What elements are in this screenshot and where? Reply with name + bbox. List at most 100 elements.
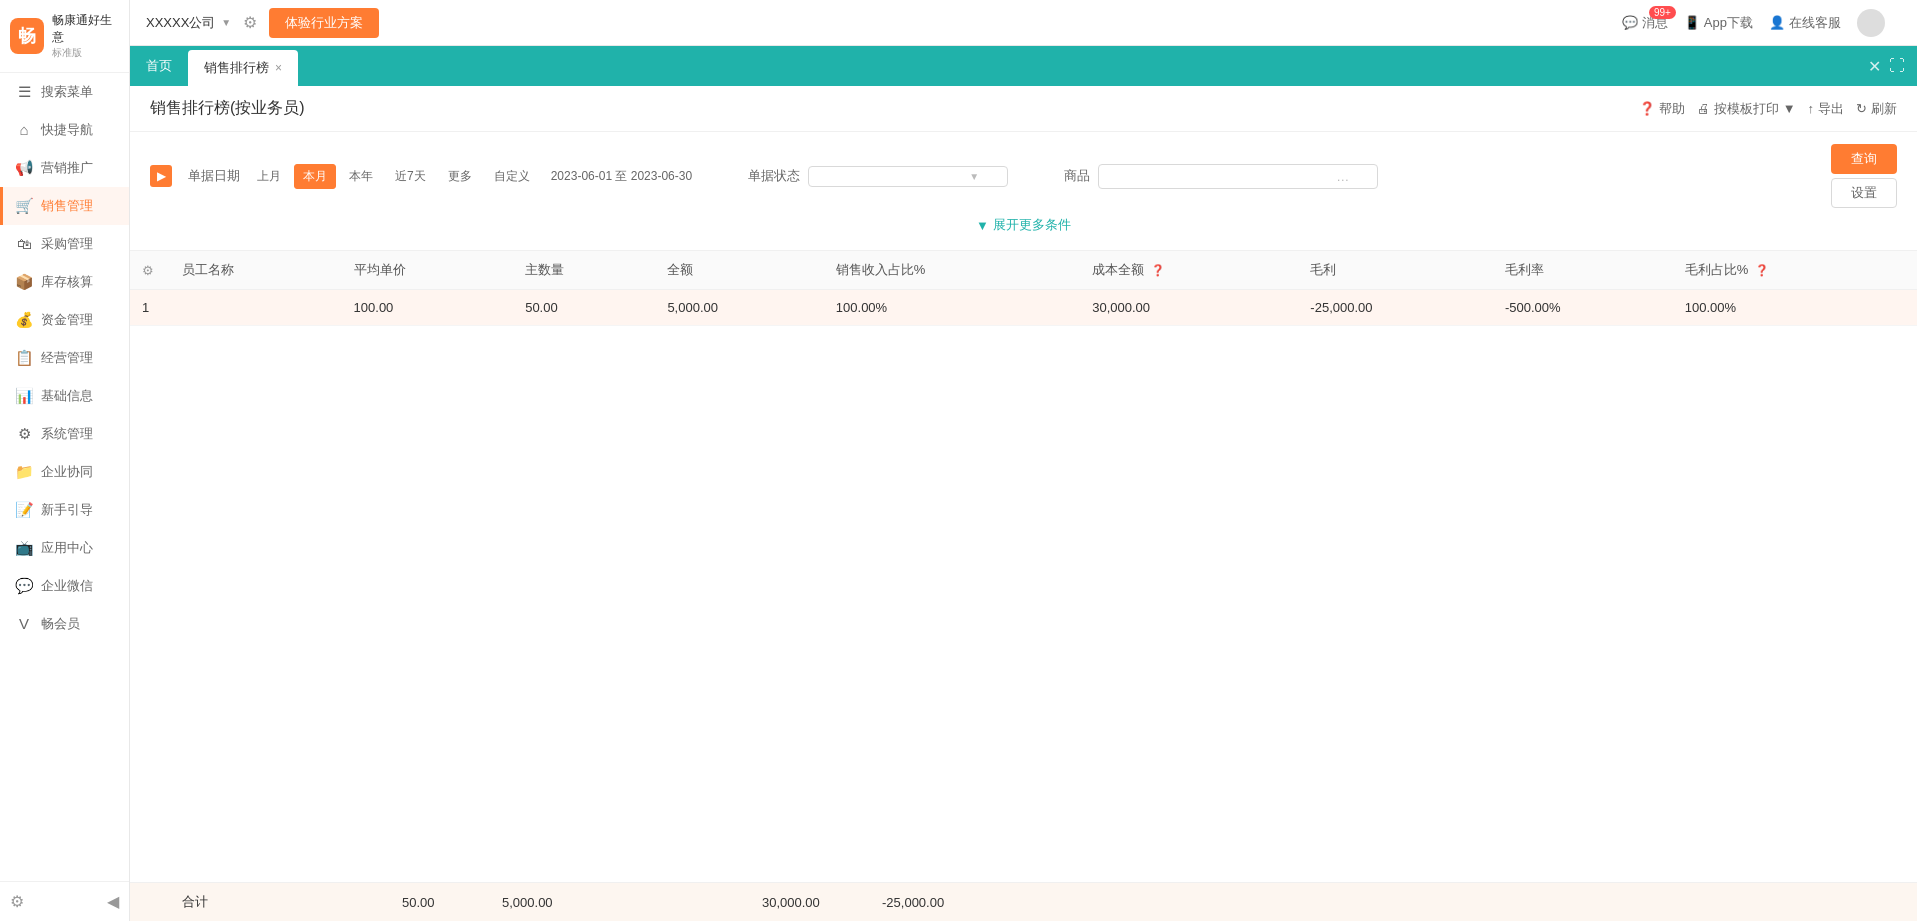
export-button[interactable]: ↑ 导出 [1808,100,1845,118]
sidebar-icon-3: 🛒 [15,197,33,215]
topbar: XXXXX公司 ▼ ⚙ 体验行业方案 💬 消息 99+ 📱 App下载 👤 在线… [130,0,1917,46]
settings-button[interactable]: 设置 [1831,178,1897,208]
tab-sales-ranking[interactable]: 销售排行榜 × [188,50,298,86]
sidebar: 畅 畅康通好生意 标准版 ☰搜索菜单⌂快捷导航📢营销推广🛒销售管理🛍采购管理📦库… [0,0,130,921]
date-tab-custom[interactable]: 自定义 [485,164,539,189]
company-dropdown-arrow: ▼ [221,17,231,28]
sidebar-icon-10: 📁 [15,463,33,481]
date-tab-more[interactable]: 更多 [439,164,481,189]
sidebar-label-6: 资金管理 [41,311,93,329]
message-badge: 99+ [1649,6,1676,19]
tab-home[interactable]: 首页 [130,46,188,86]
footer-profit: -25,000.00 [870,895,990,910]
cost-help-icon[interactable]: ❓ [1151,264,1165,276]
sidebar-item-系统管理[interactable]: ⚙系统管理 [0,415,129,453]
sidebar-item-营销推广[interactable]: 📢营销推广 [0,149,129,187]
topbar-messages[interactable]: 💬 消息 99+ [1622,14,1668,32]
product-filter-label: 商品 [1064,167,1090,185]
date-tab-this-month[interactable]: 本月 [294,164,336,189]
date-filter: 单据日期 上月 本月 本年 近7天 更多 自定义 2023-06-01 至 20… [188,164,692,189]
status-select[interactable]: ▼ [808,166,1008,187]
sidebar-item-库存核算[interactable]: 📦库存核算 [0,263,129,301]
tab-fullscreen-icon[interactable]: ⛶ [1889,57,1905,75]
sidebar-bottom: ⚙ ◀ [0,881,129,921]
sidebar-item-畅会员[interactable]: V畅会员 [0,605,129,643]
sidebar-item-快捷导航[interactable]: ⌂快捷导航 [0,111,129,149]
topbar-app-download[interactable]: 📱 App下载 [1684,14,1753,32]
sidebar-item-经营管理[interactable]: 📋经营管理 [0,339,129,377]
print-button[interactable]: 🖨 按模板打印 ▼ [1697,100,1796,118]
logo-badge: 标准版 [52,46,119,60]
sidebar-icon-7: 📋 [15,349,33,367]
cell-cost: 30,000.00 [1080,290,1298,326]
logo-text: 畅康通好生意 [52,12,119,46]
th-sales-pct: 销售收入占比% [824,251,1080,290]
topbar-online-service[interactable]: 👤 在线客服 [1769,14,1841,32]
product-select[interactable]: … [1098,164,1378,189]
sidebar-icon-13: 💬 [15,577,33,595]
expand-arrow-icon: ▶ [157,169,166,183]
th-profit-pct: 毛利占比% ❓ [1673,251,1917,290]
sidebar-item-采购管理[interactable]: 🛍采购管理 [0,225,129,263]
profit-pct-help-icon[interactable]: ❓ [1755,264,1769,276]
service-icon: 👤 [1769,15,1785,30]
table-header-row: ⚙ 员工名称 平均单价 主数量 全额 销售收入占比% 成本全额 ❓ 毛利 毛利率… [130,251,1917,290]
sidebar-label-11: 新手引导 [41,501,93,519]
table-footer: 合计 50.00 5,000.00 30,000.00 -25,000.00 [130,882,1917,921]
company-name: XXXXX公司 [146,14,215,32]
sidebar-item-企业协同[interactable]: 📁 企业协同 [0,453,129,491]
help-icon: ❓ [1639,101,1655,116]
sidebar-label-4: 采购管理 [41,235,93,253]
tab-close-icon[interactable]: × [275,61,282,75]
filter-expand-arrow[interactable]: ▶ [150,165,172,187]
trial-button[interactable]: 体验行业方案 [269,8,379,38]
sidebar-collapse-icon[interactable]: ◀ [107,892,119,911]
sidebar-settings-icon[interactable]: ⚙ [10,892,24,911]
tabs-right-actions: ✕ ⛶ [1868,57,1917,76]
sidebar-item-搜索菜单[interactable]: ☰搜索菜单 [0,73,129,111]
date-tab-last-month[interactable]: 上月 [248,164,290,189]
date-tab-7days[interactable]: 近7天 [386,164,435,189]
expand-icon: ▼ [976,218,989,233]
filter-row: ▶ 单据日期 上月 本月 本年 近7天 更多 自定义 2023-06-01 至 … [150,144,1897,208]
cell-profit: -25,000.00 [1298,290,1493,326]
sidebar-icon-6: 💰 [15,311,33,329]
message-icon: 💬 [1622,15,1638,30]
topbar-right: 💬 消息 99+ 📱 App下载 👤 在线客服 [1622,9,1901,37]
sidebar-item-销售管理[interactable]: 🛒销售管理 [0,187,129,225]
refresh-label: 刷新 [1871,100,1897,118]
topbar-settings-icon[interactable]: ⚙ [243,13,257,32]
app-icon: 📱 [1684,15,1700,30]
filter-area: ▶ 单据日期 上月 本月 本年 近7天 更多 自定义 2023-06-01 至 … [130,132,1917,251]
user-avatar[interactable] [1857,9,1885,37]
tab-close-all-icon[interactable]: ✕ [1868,57,1881,76]
page-actions: ❓ 帮助 🖨 按模板打印 ▼ ↑ 导出 ↻ 刷新 [1639,100,1897,118]
sidebar-item-资金管理[interactable]: 💰 资金管理 [0,301,129,339]
column-settings-icon[interactable]: ⚙ [142,263,154,278]
refresh-icon: ↻ [1856,101,1867,116]
sidebar-item-基础信息[interactable]: 📊基础信息 [0,377,129,415]
sidebar-icon-2: 📢 [15,159,33,177]
tab-home-label: 首页 [146,57,172,75]
sidebar-label-12: 应用中心 [41,539,93,557]
expand-more-btn[interactable]: ▼ 展开更多条件 [976,216,1071,234]
sidebar-item-新手引导[interactable]: 📝新手引导 [0,491,129,529]
sidebar-item-企业微信[interactable]: 💬企业微信 [0,567,129,605]
refresh-button[interactable]: ↻ 刷新 [1856,100,1897,118]
query-button[interactable]: 查询 [1831,144,1897,174]
company-selector[interactable]: XXXXX公司 ▼ [146,14,231,32]
app-label: App下载 [1704,14,1753,32]
footer-cost: 30,000.00 [750,895,870,910]
help-button[interactable]: ❓ 帮助 [1639,100,1685,118]
cell-profit-pct: 100.00% [1673,290,1917,326]
sidebar-label-5: 库存核算 [41,273,93,291]
sidebar-item-应用中心[interactable]: 📺应用中心 [0,529,129,567]
page-title: 销售排行榜(按业务员) [150,98,305,119]
data-table: ⚙ 员工名称 平均单价 主数量 全额 销售收入占比% 成本全额 ❓ 毛利 毛利率… [130,251,1917,326]
footer-label: 合计 [170,893,290,911]
sidebar-label-10: 企业协同 [41,463,93,481]
sidebar-label-9: 系统管理 [41,425,93,443]
date-tab-this-year[interactable]: 本年 [340,164,382,189]
sidebar-label-8: 基础信息 [41,387,93,405]
filter-action-buttons: 查询 设置 [1831,144,1897,208]
